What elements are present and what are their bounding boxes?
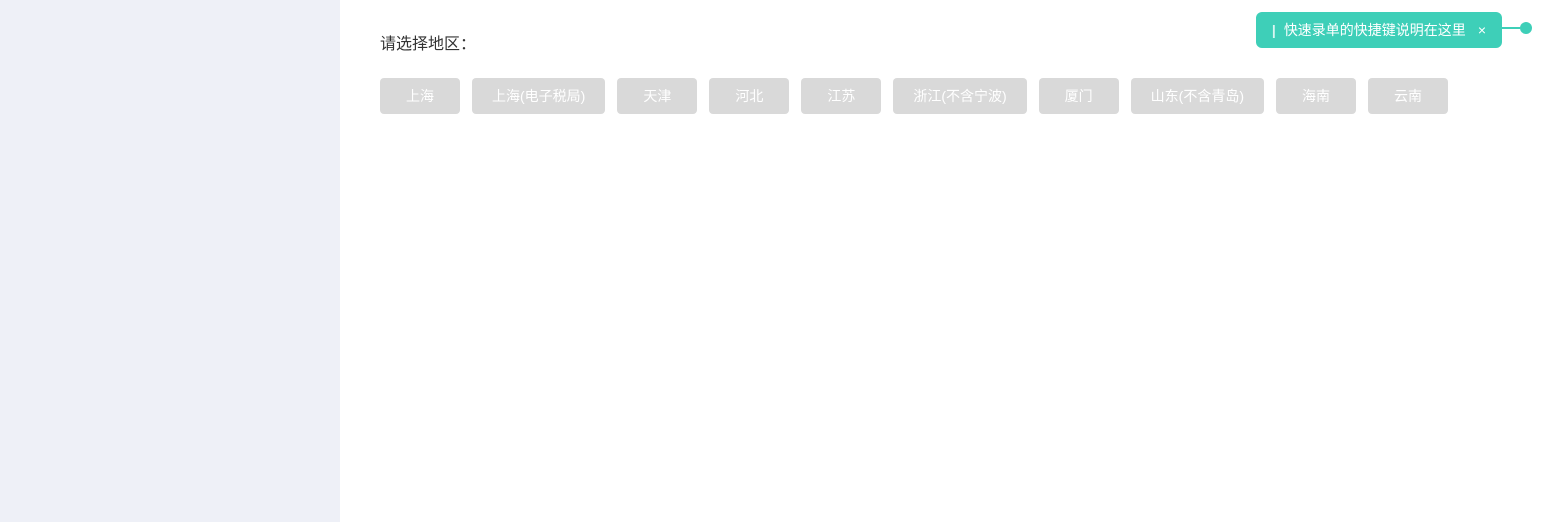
- region-button-xiamen[interactable]: 厦门: [1039, 78, 1119, 114]
- region-button-hebei[interactable]: 河北: [709, 78, 789, 114]
- region-button-hainan[interactable]: 海南: [1276, 78, 1356, 114]
- region-button-jiangsu[interactable]: 江苏: [801, 78, 881, 114]
- region-button-zhejiang[interactable]: 浙江(不含宁波): [893, 78, 1026, 114]
- region-button-shanghai-etax[interactable]: 上海(电子税局): [472, 78, 605, 114]
- tooltip-close-button[interactable]: ×: [1478, 22, 1486, 38]
- tooltip-connector-dot: [1520, 22, 1532, 34]
- region-button-tianjin[interactable]: 天津: [617, 78, 697, 114]
- tooltip-text: 快速录单的快捷键说明在这里: [1284, 20, 1466, 40]
- region-button-shanghai[interactable]: 上海: [380, 78, 460, 114]
- tooltip-connector-line: [1502, 27, 1520, 29]
- region-buttons-container: 上海上海(电子税局) 天津河北江苏浙江(不含宁波) 厦门山东(不含青岛) 海南云南: [380, 78, 1522, 114]
- region-button-yunnan[interactable]: 云南: [1368, 78, 1448, 114]
- sidebar: [0, 0, 340, 522]
- tooltip-banner: 快速录单的快捷键说明在这里 ×: [1256, 12, 1502, 48]
- main-content: 请选择地区： 上海上海(电子税局)天津河北江苏浙江(不含宁波)厦门山东(不含青岛…: [340, 0, 1562, 522]
- region-button-shandong[interactable]: 山东(不含青岛): [1131, 78, 1264, 114]
